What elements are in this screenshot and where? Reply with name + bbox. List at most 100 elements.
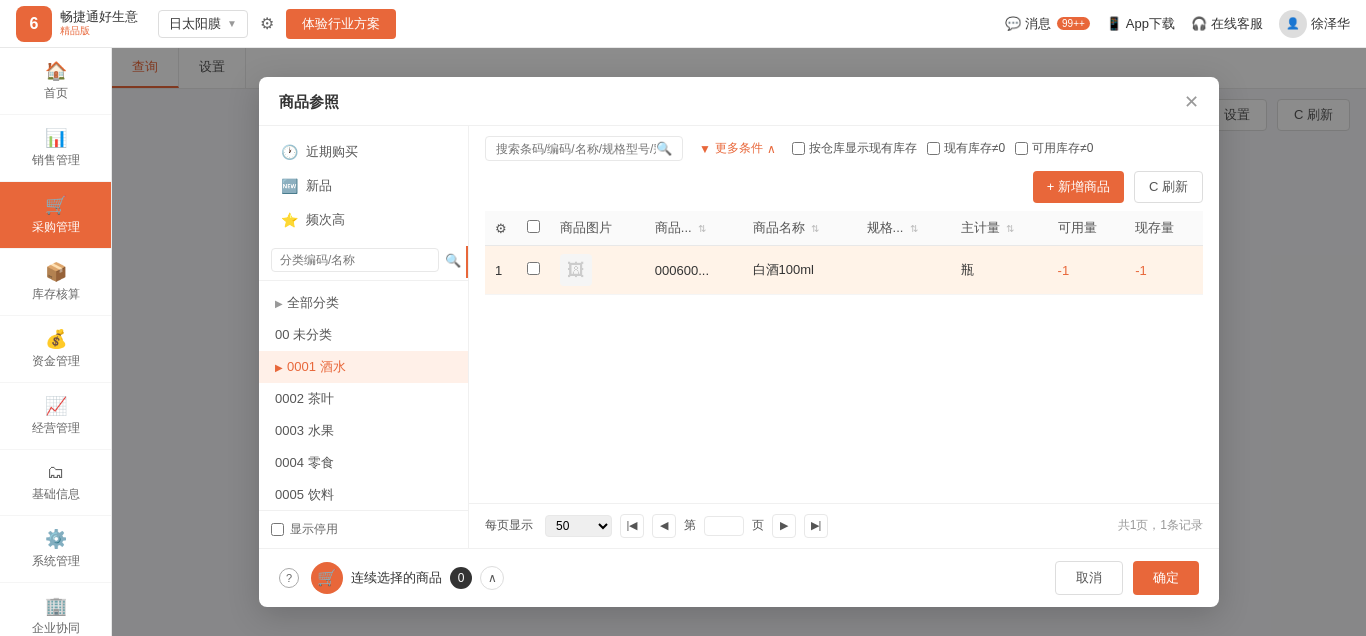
cat-item-0004[interactable]: 0004 零食 [259,447,468,479]
per-page-label: 每页显示 [485,517,533,534]
col-name[interactable]: 商品名称 ⇅ [743,211,857,246]
gear-icon[interactable]: ⚙ [260,14,274,33]
purchase-icon: 🛒 [45,194,67,216]
row-checkbox[interactable] [527,262,540,275]
prev-page-btn[interactable]: ◀ [652,514,676,538]
cell-unit: 瓶 [951,246,1048,295]
cat-item-0005[interactable]: 0005 饮料 [259,479,468,509]
product-thumbnail: 🖼 [560,254,592,286]
close-icon[interactable]: ✕ [1184,91,1199,113]
select-all-checkbox[interactable] [527,220,540,233]
sidebar-item-purchase[interactable]: 🛒 采购管理 [0,182,111,249]
category-search: 🔍 [259,242,469,281]
settings-icon[interactable]: ⚙ [495,221,507,236]
sidebar-item-system[interactable]: ⚙️ 系统管理 [0,516,111,583]
table-header-row: ⚙ 商品图片 商品... ⇅ [485,211,1203,246]
sidebar-item-inventory[interactable]: 📦 库存核算 [0,249,111,316]
col-settings: ⚙ [485,211,517,246]
usable-filter[interactable]: 可用库存≠0 [1015,140,1093,157]
cell-available: -1 [1048,246,1126,295]
online-service[interactable]: 🎧 在线客服 [1191,15,1263,33]
cancel-button[interactable]: 取消 [1055,561,1123,595]
notifications[interactable]: 💬 消息 99++ [1005,15,1090,33]
category-search-input[interactable] [271,248,439,272]
nav-selector[interactable]: 日太阳膜 ▼ [158,10,248,38]
first-page-btn[interactable]: |◀ [620,514,644,538]
recent-icon: 🕐 [281,144,298,160]
left-tab-new[interactable]: 🆕 新品 [271,170,456,202]
col-stock: 现存量 [1125,211,1203,246]
dialog-overlay: 商品参照 ✕ 🕐 近期购买 🆕 [112,48,1366,636]
left-footer: 显示停用 [259,510,468,548]
sidebar-item-home[interactable]: 🏠 首页 [0,48,111,115]
footer-actions: 取消 确定 [1055,561,1199,595]
show-disabled-input[interactable] [271,523,284,536]
left-tab-recent[interactable]: 🕐 近期购买 [271,136,456,168]
warehouse-checkbox[interactable] [792,142,805,155]
product-search-input[interactable] [496,142,656,156]
sidebar-item-basic[interactable]: 🗂 基础信息 [0,450,111,516]
table-row[interactable]: 1 🖼 000600... 白酒100ml [485,246,1203,295]
dialog-body: 🕐 近期购买 🆕 新品 ⭐ 频次高 [259,126,1219,547]
expand-icon: ▶ [275,298,283,309]
help-icon[interactable]: ? [279,568,299,588]
user-menu[interactable]: 👤 徐泽华 [1279,10,1350,38]
refresh-btn[interactable]: C 刷新 [1134,171,1203,203]
phone-icon: 📱 [1106,16,1122,31]
show-disabled-checkbox[interactable]: 显示停用 [271,521,456,538]
cat-item-0003[interactable]: 0003 水果 [259,415,468,447]
toolbar-right: + 新增商品 C 刷新 [1033,171,1203,203]
cell-stock: -1 [1125,246,1203,295]
left-tab-frequent[interactable]: ⭐ 频次高 [271,204,456,236]
dialog-title: 商品参照 [279,93,339,112]
last-page-btn[interactable]: ▶| [804,514,828,538]
cat-item-0001[interactable]: ▶ 0001 酒水 [259,351,468,383]
navbar-right: 💬 消息 99++ 📱 App下载 🎧 在线客服 👤 徐泽华 [1005,10,1350,38]
more-filter-btn[interactable]: ▼ 更多条件 ∧ [693,136,782,161]
cart-section: 🛒 连续选择的商品 0 ∧ [311,562,504,594]
logo-sub: 精品版 [60,24,138,38]
inventory-icon: 📦 [45,261,67,283]
warehouse-filter[interactable]: 按仓库显示现有库存 [792,140,917,157]
col-checkbox [517,211,550,246]
cat-item-00[interactable]: 00 未分类 [259,319,468,351]
system-icon: ⚙️ [45,528,67,550]
page-input[interactable]: 1 [704,516,744,536]
available-checkbox[interactable] [927,142,940,155]
new-icon: 🆕 [281,178,298,194]
page-label2: 页 [752,517,764,534]
page-size-select[interactable]: 102050100 [545,515,612,537]
add-product-btn[interactable]: + 新增商品 [1033,171,1124,203]
app-download[interactable]: 📱 App下载 [1106,15,1175,33]
sales-icon: 📊 [45,127,67,149]
bell-icon: 💬 [1005,16,1021,31]
basic-icon: 🗂 [47,462,65,483]
trial-button[interactable]: 体验行业方案 [286,9,396,39]
cell-checkbox [517,246,550,295]
next-page-btn[interactable]: ▶ [772,514,796,538]
sidebar-item-operations[interactable]: 📈 经营管理 [0,383,111,450]
sidebar-item-sales[interactable]: 📊 销售管理 [0,115,111,182]
sidebar-item-enterprise[interactable]: 🏢 企业协同 [0,583,111,636]
dialog-header: 商品参照 ✕ [259,77,1219,126]
col-unit[interactable]: 主计量 ⇅ [951,211,1048,246]
logo-name: 畅捷通好生意 [60,9,138,25]
sidebar-item-finance[interactable]: 💰 资金管理 [0,316,111,383]
cat-item-0002[interactable]: 0002 茶叶 [259,383,468,415]
cart-count: 0 [450,567,472,589]
collapse-cart-btn[interactable]: ∧ [480,566,504,590]
confirm-button[interactable]: 确定 [1133,561,1199,595]
navbar: 6 畅捷通好生意 精品版 日太阳膜 ▼ ⚙ 体验行业方案 💬 消息 99++ 📱… [0,0,1366,48]
product-search-icon[interactable]: 🔍 [656,141,672,156]
col-spec[interactable]: 规格... ⇅ [857,211,951,246]
usable-checkbox[interactable] [1015,142,1028,155]
home-icon: 🏠 [45,60,67,82]
right-panel: 🔍 ▼ 更多条件 ∧ 按仓库显示现有库存 [469,126,1219,547]
product-reference-dialog: 商品参照 ✕ 🕐 近期购买 🆕 [259,77,1219,606]
category-search-icon[interactable]: 🔍 [445,253,461,268]
filter-icon: ▼ [699,142,711,156]
col-code[interactable]: 商品... ⇅ [645,211,743,246]
available-filter[interactable]: 现有库存≠0 [927,140,1005,157]
cart-icon[interactable]: 🛒 [311,562,343,594]
cat-item-all[interactable]: ▶ 全部分类 [259,287,468,319]
